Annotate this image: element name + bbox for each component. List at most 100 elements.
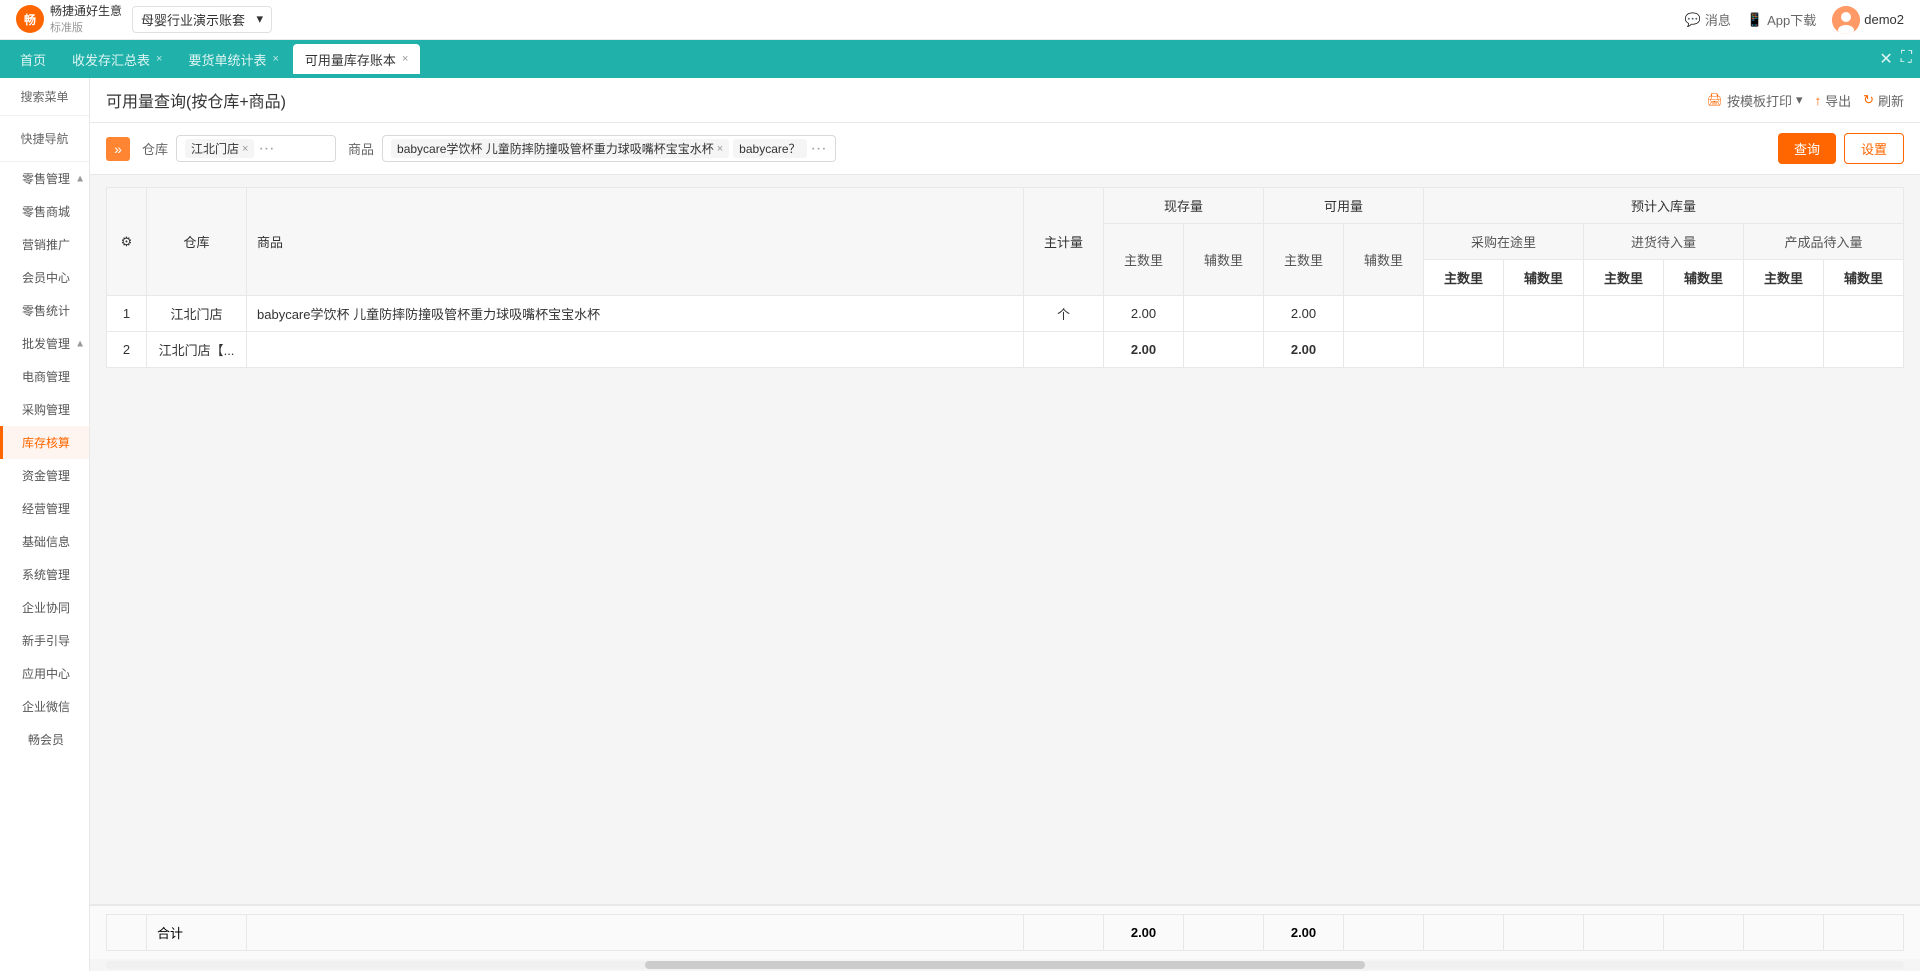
message-button[interactable]: 💬 消息 [1685,10,1731,29]
sidebar-item-purchase[interactable]: 采购管理 [0,393,89,426]
tab-close-all[interactable]: ✕ [1879,49,1892,69]
sidebar-item-ecommerce-label: 电商管理 [22,368,70,385]
tab-income-expense-label: 收发存汇总表 [72,50,150,69]
export-button[interactable]: ↑ 导出 [1815,91,1852,110]
sidebar-item-wholesale-mgmt[interactable]: 批发管理 ▲ [0,327,89,360]
data-table: ⚙ 仓库 商品 主计量 现存量 可用量 预计入库量 主数里 辅数里 主数里 辅数… [106,187,1904,368]
logo-text-area: 畅捷通好生意 标准版 [50,4,122,34]
tab-available-stock-label: 可用量库存账本 [305,50,396,69]
user-profile[interactable]: demo2 [1832,6,1904,34]
cell-product-1: babycare学饮杯 儿童防摔防撞吸管杯重力球吸嘴杯宝宝水杯 [247,296,1024,332]
footer-stock-main: 2.00 [1104,915,1184,951]
product-input-box[interactable]: babycare学饮杯 儿童防摔防撞吸管杯重力球吸嘴杯宝宝水杯 × babyca… [382,135,836,162]
th-purchase-transit-aux: 辅数里 [1504,260,1584,296]
query-button[interactable]: 查询 [1778,133,1836,164]
cell-index-1: 1 [107,296,147,332]
footer-unit-spacer [1024,915,1104,951]
cell-avail-main-2: 2.00 [1264,332,1344,368]
sidebar-item-app-center[interactable]: 应用中心 [0,657,89,690]
chevron-down-icon: ▾ [256,11,263,27]
print-button[interactable]: 🖨 按模板打印 ▾ [1707,91,1803,110]
th-settings[interactable]: ⚙ [107,188,147,296]
sidebar-item-system[interactable]: 系统管理 [0,558,89,591]
cell-purchase-transit-main-2 [1424,332,1504,368]
tab-expand[interactable]: ⛶ [1901,49,1912,69]
product-tag-0: babycare学饮杯 儿童防摔防撞吸管杯重力球吸嘴杯宝宝水杯 × [391,139,729,158]
th-avail-aux: 辅数里 [1344,224,1424,296]
sidebar-item-app-center-label: 应用中心 [22,665,70,682]
sidebar-item-retail-stats[interactable]: 零售统计 [0,294,89,327]
product-filter-label: 商品 [348,139,374,158]
sidebar-item-inventory-label: 库存核算 [22,434,70,451]
sidebar-item-retail-mall[interactable]: 零售商城 [0,195,89,228]
sidebar-item-member-label: 畅会员 [28,731,64,748]
page-title: 可用量查询(按仓库+商品) [106,88,286,112]
cell-product-2 [247,332,1024,368]
footer-p-main [1424,915,1504,951]
logo-text: 畅捷通好生意 [50,4,122,18]
sidebar-search-label[interactable]: 搜索菜单 [8,88,81,105]
tab-order-stats-close[interactable]: × [272,54,278,65]
export-label: 导出 [1825,91,1851,110]
product-dots[interactable]: ··· [811,140,827,158]
sidebar-quick-nav[interactable]: 快捷导航 [0,116,89,162]
tab-available-stock-close[interactable]: × [402,54,408,65]
industry-selector[interactable]: 母婴行业演示账套 ▾ [132,6,272,33]
page-actions: 🖨 按模板打印 ▾ ↑ 导出 ↻ 刷新 [1707,91,1905,110]
sidebar-item-enterprise[interactable]: 企业协同 [0,591,89,624]
warehouse-dots[interactable]: ··· [258,140,274,158]
footer-p-aux [1504,915,1584,951]
scrollbar-track[interactable] [106,961,1904,969]
th-finished: 产成品待入量 [1744,224,1904,260]
cell-avail-main-1: 2.00 [1264,296,1344,332]
sidebar-item-new-guide[interactable]: 新手引导 [0,624,89,657]
sidebar-item-marketing[interactable]: 营销推广 [0,228,89,261]
tab-home[interactable]: 首页 [8,44,58,74]
cell-purchase-transit-aux-2 [1504,332,1584,368]
cell-purchase-transit-main-1 [1424,296,1504,332]
product-tag-0-name: babycare学饮杯 儿童防摔防撞吸管杯重力球吸嘴杯宝宝水杯 [397,140,714,157]
sidebar-item-member[interactable]: 畅会员 [0,723,89,756]
main-layout: 搜索菜单 快捷导航 零售管理 ▲ 零售商城 营销推广 会员中心 零售统计 批发管… [0,78,1920,971]
scrollbar-thumb[interactable] [645,961,1364,969]
cell-avail-aux-1 [1344,296,1424,332]
sidebar-item-inventory[interactable]: 库存核算 [0,426,89,459]
logo-subtext: 标准版 [50,19,122,35]
sidebar-item-new-guide-label: 新手引导 [22,632,70,649]
sidebar-item-finance[interactable]: 资金管理 [0,459,89,492]
print-label: 按模板打印 [1727,91,1792,110]
top-bar: 畅 畅捷通好生意 标准版 母婴行业演示账套 ▾ 💬 消息 📱 App下载 dem… [0,0,1920,40]
sidebar-quick-nav-label[interactable]: 快捷导航 [0,124,89,153]
table-area: ⚙ 仓库 商品 主计量 现存量 可用量 预计入库量 主数里 辅数里 主数里 辅数… [90,175,1920,904]
message-icon: 💬 [1685,12,1701,28]
sidebar-item-operations[interactable]: 经营管理 [0,492,89,525]
footer-product-spacer [247,915,1024,951]
cell-incoming-main-2 [1584,332,1664,368]
sidebar-search[interactable]: 搜索菜单 [0,78,89,116]
cell-index-2: 2 [107,332,147,368]
tab-income-expense[interactable]: 收发存汇总表 × [60,44,174,74]
sidebar-item-ecommerce[interactable]: 电商管理 [0,360,89,393]
warehouse-input-box[interactable]: 江北门店 × ··· [176,135,336,162]
sidebar-item-retail-mgmt[interactable]: 零售管理 ▲ [0,162,89,195]
sidebar-item-basic-info[interactable]: 基础信息 [0,525,89,558]
warehouse-tag-close[interactable]: × [242,143,248,155]
th-unit: 主计量 [1024,188,1104,296]
filter-toggle-button[interactable]: » [106,137,130,161]
chevron-icon-2: ▲ [75,338,85,349]
print-icon: 🖨 [1707,92,1724,108]
sidebar-item-enterprise-wechat[interactable]: 企业微信 [0,690,89,723]
tab-income-expense-close[interactable]: × [156,54,162,65]
settings-button[interactable]: 设置 [1844,133,1904,164]
warehouse-tag-name: 江北门店 [191,140,239,157]
footer-i-main [1584,915,1664,951]
app-download-button[interactable]: 📱 App下载 [1747,10,1816,29]
message-label: 消息 [1705,10,1731,29]
tab-order-stats[interactable]: 要货单统计表 × [176,44,290,74]
refresh-label: 刷新 [1878,91,1904,110]
tab-available-stock[interactable]: 可用量库存账本 × [293,44,420,74]
product-tag-0-close[interactable]: × [717,143,723,155]
cell-finished-main-2 [1744,332,1824,368]
sidebar-item-member-center[interactable]: 会员中心 [0,261,89,294]
refresh-button[interactable]: ↻ 刷新 [1863,91,1904,110]
